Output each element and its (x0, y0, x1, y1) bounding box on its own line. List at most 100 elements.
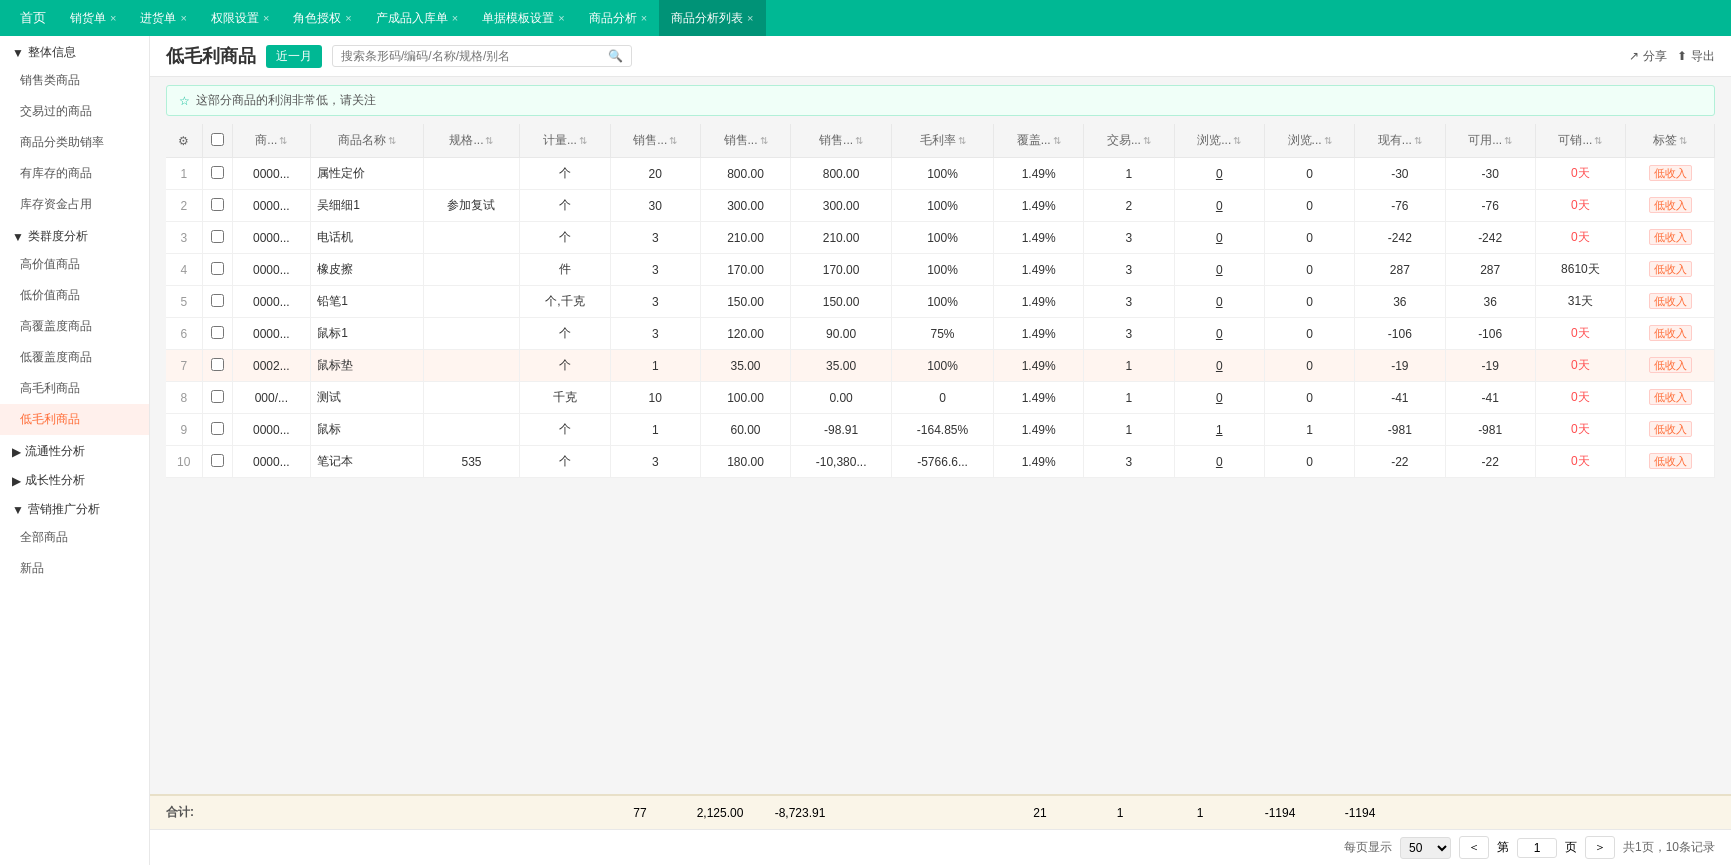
row-spec-4 (423, 286, 520, 318)
search-input[interactable] (341, 49, 608, 63)
row-sales-qty-3: 3 (610, 254, 700, 286)
row-view1-2[interactable]: 0 (1174, 222, 1264, 254)
footer-spacer1 (214, 806, 250, 820)
sidebar-item-low-coverage[interactable]: 低覆盖度商品 (0, 342, 149, 373)
nav-role-auth[interactable]: 角色授权 × (281, 0, 363, 36)
row-checkbox-5[interactable] (202, 318, 232, 350)
row-available-stock-2: -242 (1445, 222, 1535, 254)
search-icon[interactable]: 🔍 (608, 49, 623, 63)
nav-close-template[interactable]: × (558, 12, 564, 24)
row-coverage-3: 1.49% (994, 254, 1084, 286)
table-row: 10 0000... 笔记本 535 个 3 180.00 -10,380...… (166, 446, 1715, 478)
sidebar-item-high-coverage[interactable]: 高覆盖度商品 (0, 311, 149, 342)
row-sales-qty-6: 1 (610, 350, 700, 382)
row-select-9[interactable] (211, 454, 224, 467)
nav-template-settings[interactable]: 单据模板设置 × (470, 0, 576, 36)
col-tag: 标签⇅ (1626, 124, 1715, 158)
nav-sales-order[interactable]: 销货单 × (58, 0, 128, 36)
search-box: 🔍 (332, 45, 632, 67)
row-select-2[interactable] (211, 230, 224, 243)
row-tag-7: 低收入 (1626, 382, 1715, 414)
sidebar-item-high-value[interactable]: 高价值商品 (0, 249, 149, 280)
row-select-4[interactable] (211, 294, 224, 307)
sidebar-item-traded-products[interactable]: 交易过的商品 (0, 96, 149, 127)
row-unit-2: 个 (520, 222, 610, 254)
row-view1-3[interactable]: 0 (1174, 254, 1264, 286)
nav-permission-settings[interactable]: 权限设置 × (199, 0, 281, 36)
col-current-stock: 现有...⇅ (1355, 124, 1445, 158)
nav-close-role-auth[interactable]: × (345, 12, 351, 24)
sidebar-group-cluster[interactable]: ▼ 类群度分析 (0, 220, 149, 249)
nav-close-product-inbound[interactable]: × (452, 12, 458, 24)
nav-product-inbound[interactable]: 产成品入库单 × (364, 0, 470, 36)
row-checkbox-0[interactable] (202, 158, 232, 190)
sidebar-item-all-products[interactable]: 全部商品 (0, 522, 149, 553)
row-select-3[interactable] (211, 262, 224, 275)
row-sales-profit-7: 0.00 (791, 382, 892, 414)
date-filter-button[interactable]: 近一月 (266, 45, 322, 68)
nav-product-analysis-list[interactable]: 商品分析列表 × (659, 0, 765, 36)
sidebar-item-high-margin[interactable]: 高毛利商品 (0, 373, 149, 404)
row-view1-8[interactable]: 1 (1174, 414, 1264, 446)
sidebar-group-circulation[interactable]: ▶ 流通性分析 (0, 435, 149, 464)
nav-product-analysis[interactable]: 商品分析 × (577, 0, 659, 36)
row-sales-profit-9: -10,380... (791, 446, 892, 478)
row-select-5[interactable] (211, 326, 224, 339)
nav-close-product-analysis-list[interactable]: × (747, 12, 753, 24)
row-checkbox-6[interactable] (202, 350, 232, 382)
sidebar-item-new-products[interactable]: 新品 (0, 553, 149, 584)
row-checkbox-9[interactable] (202, 446, 232, 478)
row-name-0: 属性定价 (311, 158, 423, 190)
row-checkbox-2[interactable] (202, 222, 232, 254)
nav-home[interactable]: 首页 (8, 0, 58, 36)
sidebar-group-growth[interactable]: ▶ 成长性分析 (0, 464, 149, 493)
nav-close-purchase-order[interactable]: × (180, 12, 186, 24)
sidebar-item-low-value[interactable]: 低价值商品 (0, 280, 149, 311)
row-select-1[interactable] (211, 198, 224, 211)
row-sales-amount-2: 210.00 (700, 222, 790, 254)
row-coverage-9: 1.49% (994, 446, 1084, 478)
row-sales-amount-8: 60.00 (700, 414, 790, 446)
row-checkbox-1[interactable] (202, 190, 232, 222)
col-checkbox[interactable] (202, 124, 232, 158)
nav-purchase-order[interactable]: 进货单 × (128, 0, 198, 36)
sidebar-item-category-rate[interactable]: 商品分类助销率 (0, 127, 149, 158)
row-select-6[interactable] (211, 358, 224, 371)
select-all-checkbox[interactable] (211, 133, 224, 146)
row-checkbox-3[interactable] (202, 254, 232, 286)
row-view1-7[interactable]: 0 (1174, 382, 1264, 414)
row-view1-1[interactable]: 0 (1174, 190, 1264, 222)
page-size-select[interactable]: 50 100 200 (1400, 837, 1451, 859)
row-view1-9[interactable]: 0 (1174, 446, 1264, 478)
nav-close-permission[interactable]: × (263, 12, 269, 24)
row-select-7[interactable] (211, 390, 224, 403)
sidebar-item-low-margin[interactable]: 低毛利商品 (0, 404, 149, 435)
row-view1-5[interactable]: 0 (1174, 318, 1264, 350)
sidebar-item-capital[interactable]: 库存资金占用 (0, 189, 149, 220)
row-sales-amount-9: 180.00 (700, 446, 790, 478)
row-checkbox-7[interactable] (202, 382, 232, 414)
row-select-8[interactable] (211, 422, 224, 435)
row-view1-0[interactable]: 0 (1174, 158, 1264, 190)
nav-close-sales-order[interactable]: × (110, 12, 116, 24)
next-page-button[interactable]: ＞ (1585, 836, 1615, 859)
sidebar-item-sales-products[interactable]: 销售类商品 (0, 65, 149, 96)
row-unit-6: 个 (520, 350, 610, 382)
export-button[interactable]: ⬆ 导出 (1677, 48, 1715, 65)
col-settings[interactable]: ⚙ (166, 124, 202, 158)
nav-close-product-analysis[interactable]: × (641, 12, 647, 24)
row-checkbox-8[interactable] (202, 414, 232, 446)
row-checkbox-4[interactable] (202, 286, 232, 318)
prev-page-button[interactable]: ＜ (1459, 836, 1489, 859)
row-gross-margin-6: 100% (892, 350, 994, 382)
row-settings-7: 8 (166, 382, 202, 414)
sidebar-group-marketing[interactable]: ▼ 营销推广分析 (0, 493, 149, 522)
sidebar-item-stocked-products[interactable]: 有库存的商品 (0, 158, 149, 189)
settings-icon[interactable]: ⚙ (178, 134, 189, 148)
share-button[interactable]: ↗ 分享 (1629, 48, 1667, 65)
sidebar-group-overview[interactable]: ▼ 整体信息 (0, 36, 149, 65)
row-view1-4[interactable]: 0 (1174, 286, 1264, 318)
page-number-input[interactable] (1517, 838, 1557, 858)
row-view1-6[interactable]: 0 (1174, 350, 1264, 382)
row-select-0[interactable] (211, 166, 224, 179)
